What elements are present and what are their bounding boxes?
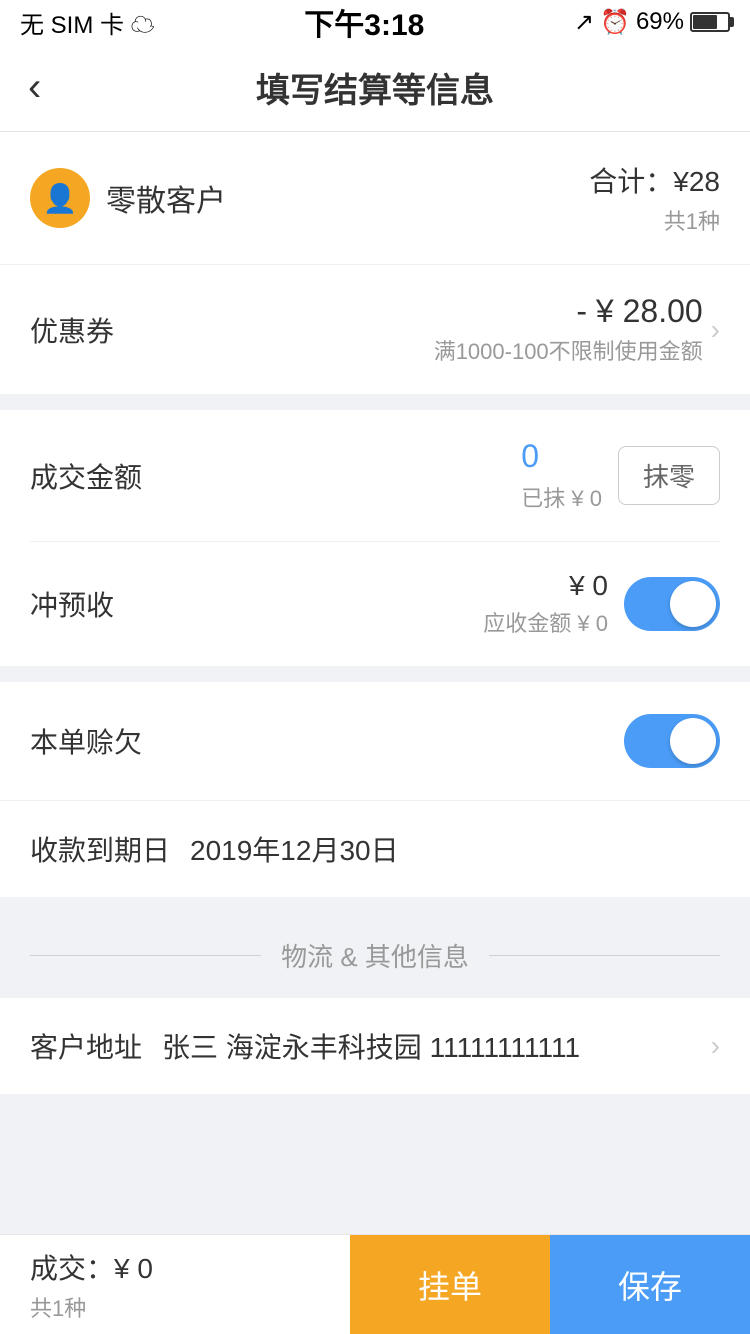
customer-row: 👤 零散客户 合计：¥28 共1种: [0, 132, 750, 264]
advance-right: ¥ 0 应收金额 ¥ 0: [483, 570, 720, 638]
duedate-value: 2019年12月30日: [190, 829, 399, 869]
content: 👤 零散客户 合计：¥28 共1种 优惠券 - ¥ 28.00 满1000-10…: [0, 132, 750, 1214]
debt-toggle-knob: [670, 718, 716, 764]
deal-right: 0 已抹 ¥ 0 抹零: [521, 438, 720, 513]
bottom-deal-amount: ¥ 0: [114, 1253, 153, 1284]
advance-receivable: 应收金额 ¥ 0: [483, 606, 608, 638]
coupon-right: - ¥ 28.00 满1000-100不限制使用金额 ›: [434, 293, 720, 366]
location-icon: ↗: [574, 8, 594, 37]
customer-total: 合计：¥28 共1种: [589, 160, 720, 236]
deal-section: 成交金额 0 已抹 ¥ 0 抹零 冲预收 ¥ 0 应收金额 ¥ 0: [0, 410, 750, 666]
debt-label: 本单赊欠: [30, 721, 142, 761]
hang-button[interactable]: 挂单: [350, 1235, 550, 1334]
duedate-label: 收款到期日: [30, 829, 170, 869]
advance-label: 冲预收: [30, 584, 114, 624]
logistics-line-left: [30, 955, 261, 956]
sim-text: 无 SIM 卡 ☁: [20, 5, 155, 40]
deal-label: 成交金额: [30, 456, 142, 496]
battery-icon: [690, 12, 730, 32]
logistics-divider: 物流 & 其他信息: [0, 913, 750, 998]
avatar-icon: 👤: [43, 182, 78, 215]
bottom-deal-label: 成交：: [30, 1253, 114, 1284]
round-zero-button[interactable]: 抹零: [618, 446, 720, 505]
deal-amount: 0: [521, 438, 602, 475]
advance-toggle[interactable]: [624, 577, 720, 631]
bottom-deal: 成交：¥ 0: [30, 1247, 320, 1287]
coupon-row[interactable]: 优惠券 - ¥ 28.00 满1000-100不限制使用金额 ›: [0, 264, 750, 394]
logistics-text: 物流 & 其他信息: [261, 937, 489, 974]
duedate-row: 收款到期日 2019年12月30日: [0, 800, 750, 897]
bottom-bar: 成交：¥ 0 共1种 挂单 保存: [0, 1234, 750, 1334]
total-amount: 合计：¥28: [589, 160, 720, 200]
customer-avatar: 👤: [30, 168, 90, 228]
advance-amount-block: ¥ 0 应收金额 ¥ 0: [483, 570, 608, 638]
save-button[interactable]: 保存: [550, 1235, 750, 1334]
status-right: ↗ ⏰ 69%: [574, 8, 730, 37]
address-label: 客户地址: [30, 1026, 142, 1066]
back-button[interactable]: ‹: [28, 65, 41, 110]
address-value: 张三 海淀永丰科技园 11111111111: [162, 1026, 711, 1066]
advance-amount: ¥ 0: [483, 570, 608, 602]
deal-amount-block: 0 已抹 ¥ 0: [521, 438, 602, 513]
debt-toggle[interactable]: [624, 714, 720, 768]
page-title: 填写结算等信息: [256, 63, 494, 112]
address-row[interactable]: 客户地址 张三 海淀永丰科技园 11111111111 ›: [0, 998, 750, 1094]
status-left: 无 SIM 卡 ☁: [20, 5, 155, 40]
debt-row: 本单赊欠: [30, 682, 720, 800]
bottom-summary: 成交：¥ 0 共1种: [0, 1247, 350, 1323]
customer-left: 👤 零散客户: [30, 168, 226, 228]
coupon-chevron-icon: ›: [711, 314, 720, 346]
address-chevron-icon: ›: [711, 1030, 720, 1062]
toggle-knob: [670, 581, 716, 627]
coupon-label: 优惠券: [30, 310, 114, 350]
logistics-line-right: [489, 955, 720, 956]
alarm-icon: ⏰: [600, 8, 630, 37]
advance-row: 冲预收 ¥ 0 应收金额 ¥ 0: [30, 542, 720, 666]
customer-name: 零散客户: [106, 176, 226, 220]
coupon-amount: - ¥ 28.00: [434, 293, 703, 330]
status-time: 下午3:18: [304, 0, 424, 44]
customer-section: 👤 零散客户 合计：¥28 共1种 优惠券 - ¥ 28.00 满1000-10…: [0, 132, 750, 394]
coupon-desc: 满1000-100不限制使用金额: [434, 334, 703, 366]
deal-row: 成交金额 0 已抹 ¥ 0 抹零: [30, 410, 720, 542]
coupon-value-block: - ¥ 28.00 满1000-100不限制使用金额: [434, 293, 703, 366]
bottom-count: 共1种: [30, 1291, 320, 1323]
battery-text: 69%: [636, 8, 684, 36]
total-count: 共1种: [589, 204, 720, 236]
status-bar: 无 SIM 卡 ☁ 下午3:18 ↗ ⏰ 69%: [0, 0, 750, 44]
deal-already: 已抹 ¥ 0: [521, 481, 602, 513]
nav-bar: ‹ 填写结算等信息: [0, 44, 750, 132]
debt-section: 本单赊欠: [0, 682, 750, 800]
